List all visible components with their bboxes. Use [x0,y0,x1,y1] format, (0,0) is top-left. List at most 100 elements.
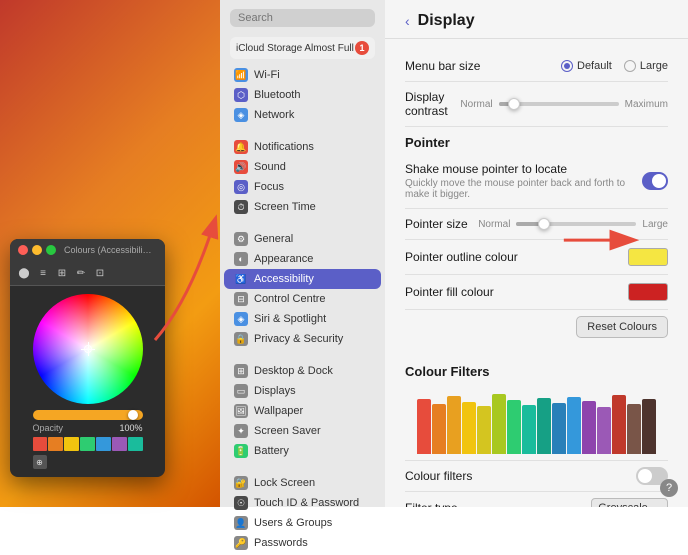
pointer-fill-swatch[interactable] [628,283,668,301]
sidebar-item-notifications[interactable]: 🔔 Notifications [224,137,381,157]
menu-bar-default-option[interactable]: Default [561,60,612,72]
main-header: ‹ Display [385,0,688,39]
pencil [432,404,446,454]
pointer-outline-row: Pointer outline colour [405,240,668,275]
sidebar-item-sound[interactable]: 🔊 Sound [224,157,381,177]
shake-mouse-sublabel: Quickly move the mouse pointer back and … [405,178,642,200]
pencil [597,407,611,454]
color-palette-tool[interactable]: ⊞ [54,265,70,281]
notifications-icon: 🔔 [234,140,248,154]
appearance-icon: ◐ [234,252,248,266]
swatch-yellow[interactable] [64,437,79,451]
sidebar-item-touchid[interactable]: ☉ Touch ID & Password [224,493,381,513]
sidebar-item-passwords[interactable]: 🔑 Passwords [224,533,381,553]
swatch-green[interactable] [80,437,95,451]
display-contrast-label: Display contrast [405,90,460,118]
colour-filters-section: Colour Filters Colour filters Filter typ… [385,356,688,507]
pencil [537,398,551,454]
sound-icon: 🔊 [234,160,248,174]
sidebar-item-displays[interactable]: ▭ Displays [224,381,381,401]
color-picker-toolbar: ⬤ ≡ ⊞ ✏ ⊡ [10,261,165,286]
pencil [477,406,491,454]
color-wheel-container: Opacity 100% ⊕ [10,286,165,477]
opacity-knob[interactable] [128,410,138,420]
color-swatches [33,437,143,451]
pointer-size-max-label: Large [642,219,668,230]
color-sliders-tool[interactable]: ≡ [35,265,51,281]
sidebar-item-focus[interactable]: ◎ Focus [224,177,381,197]
pointer-size-label: Pointer size [405,217,468,231]
search-input[interactable] [230,9,375,27]
sidebar-item-appearance[interactable]: ◐ Appearance [224,249,381,269]
shake-mouse-toggle[interactable] [642,172,668,190]
contrast-track[interactable] [499,102,619,106]
pencil [417,399,431,454]
pointer-size-track[interactable] [516,222,636,226]
swatch-orange[interactable] [48,437,63,451]
sidebar: iCloud Storage Almost Full 1 📶 Wi-Fi ⬡ B… [220,0,385,507]
sidebar-item-network[interactable]: ◈ Network [224,105,381,125]
siri-icon: ◈ [234,312,248,326]
pointer-size-knob[interactable] [538,218,550,230]
swatch-blue[interactable] [96,437,111,451]
sidebar-item-battery-label: Battery [254,445,289,457]
menu-bar-default-radio[interactable] [561,60,573,72]
sidebar-item-accessibility[interactable]: ♿ Accessibility [224,269,381,289]
main-content: ‹ Display Menu bar size Default Large [385,0,688,507]
battery-icon: 🔋 [234,444,248,458]
sidebar-item-wallpaper[interactable]: 🖼 Wallpaper [224,401,381,421]
menu-bar-large-option[interactable]: Large [624,60,668,72]
menu-bar-size-row: Menu bar size Default Large [405,51,668,82]
sidebar-item-privacy-label: Privacy & Security [254,333,343,345]
pointer-outline-label: Pointer outline colour [405,250,518,264]
sidebar-item-lockscreen[interactable]: 🔐 Lock Screen [224,473,381,493]
minimize-button[interactable] [32,245,42,255]
help-button[interactable]: ? [660,479,678,497]
color-picker-title: Colours (Accessibility (System S… [64,245,154,255]
pointer-outline-swatch[interactable] [628,248,668,266]
color-crayon-tool[interactable]: ✏ [73,265,89,281]
display-contrast-slider: Normal Maximum [460,99,668,110]
reset-colours-button[interactable]: Reset Colours [576,316,668,338]
back-button[interactable]: ‹ [405,13,410,29]
sidebar-item-general[interactable]: ⚙ General [224,229,381,249]
close-button[interactable] [18,245,28,255]
menu-bar-large-radio[interactable] [624,60,636,72]
swatch-red[interactable] [33,437,48,451]
accessibility-icon: ♿ [234,272,248,286]
sidebar-item-battery[interactable]: 🔋 Battery [224,441,381,461]
color-wheel-tool[interactable]: ⬤ [16,265,32,281]
sidebar-item-controlcenter[interactable]: ⊟ Control Centre [224,289,381,309]
users-icon: 👤 [234,516,248,530]
sidebar-system-section: ⚙ General ◐ Appearance ♿ Accessibility ⊟… [220,227,385,351]
picker-tools-row: ⊕ [33,455,143,469]
sidebar-item-siri[interactable]: ◈ Siri & Spotlight [224,309,381,329]
swatch-purple[interactable] [112,437,127,451]
sidebar-item-accessibility-label: Accessibility [254,273,314,285]
contrast-knob[interactable] [508,98,520,110]
sidebar-item-screensaver[interactable]: ✦ Screen Saver [224,421,381,441]
eyedropper-tool[interactable]: ⊕ [33,455,47,469]
sidebar-item-desktop[interactable]: ⊞ Desktop & Dock [224,361,381,381]
color-wheel[interactable] [33,294,143,404]
opacity-slider[interactable]: Opacity 100% [33,410,143,433]
sidebar-item-users[interactable]: 👤 Users & Groups [224,513,381,533]
shake-mouse-label: Shake mouse pointer to locate [405,162,642,176]
filter-type-dropdown[interactable]: Greyscale ⌄ [591,498,668,507]
sidebar-item-wifi[interactable]: 📶 Wi-Fi [224,65,381,85]
sidebar-item-wifi-label: Wi-Fi [254,69,280,81]
swatch-teal[interactable] [128,437,143,451]
sidebar-item-bluetooth-label: Bluetooth [254,89,300,101]
menu-bar-default-label: Default [577,60,612,72]
sidebar-item-screentime[interactable]: ⏱ Screen Time [224,197,381,217]
color-image-tool[interactable]: ⊡ [92,265,108,281]
wallpaper-icon: 🖼 [234,404,248,418]
zoom-button[interactable] [46,245,56,255]
sidebar-item-privacy[interactable]: 🔒 Privacy & Security [224,329,381,349]
sidebar-item-screensaver-label: Screen Saver [254,425,321,437]
icloud-banner[interactable]: iCloud Storage Almost Full 1 [230,37,375,59]
privacy-icon: 🔒 [234,332,248,346]
main-title: Display [418,12,475,30]
filter-type-label: Filter type [405,501,458,508]
sidebar-item-bluetooth[interactable]: ⬡ Bluetooth [224,85,381,105]
